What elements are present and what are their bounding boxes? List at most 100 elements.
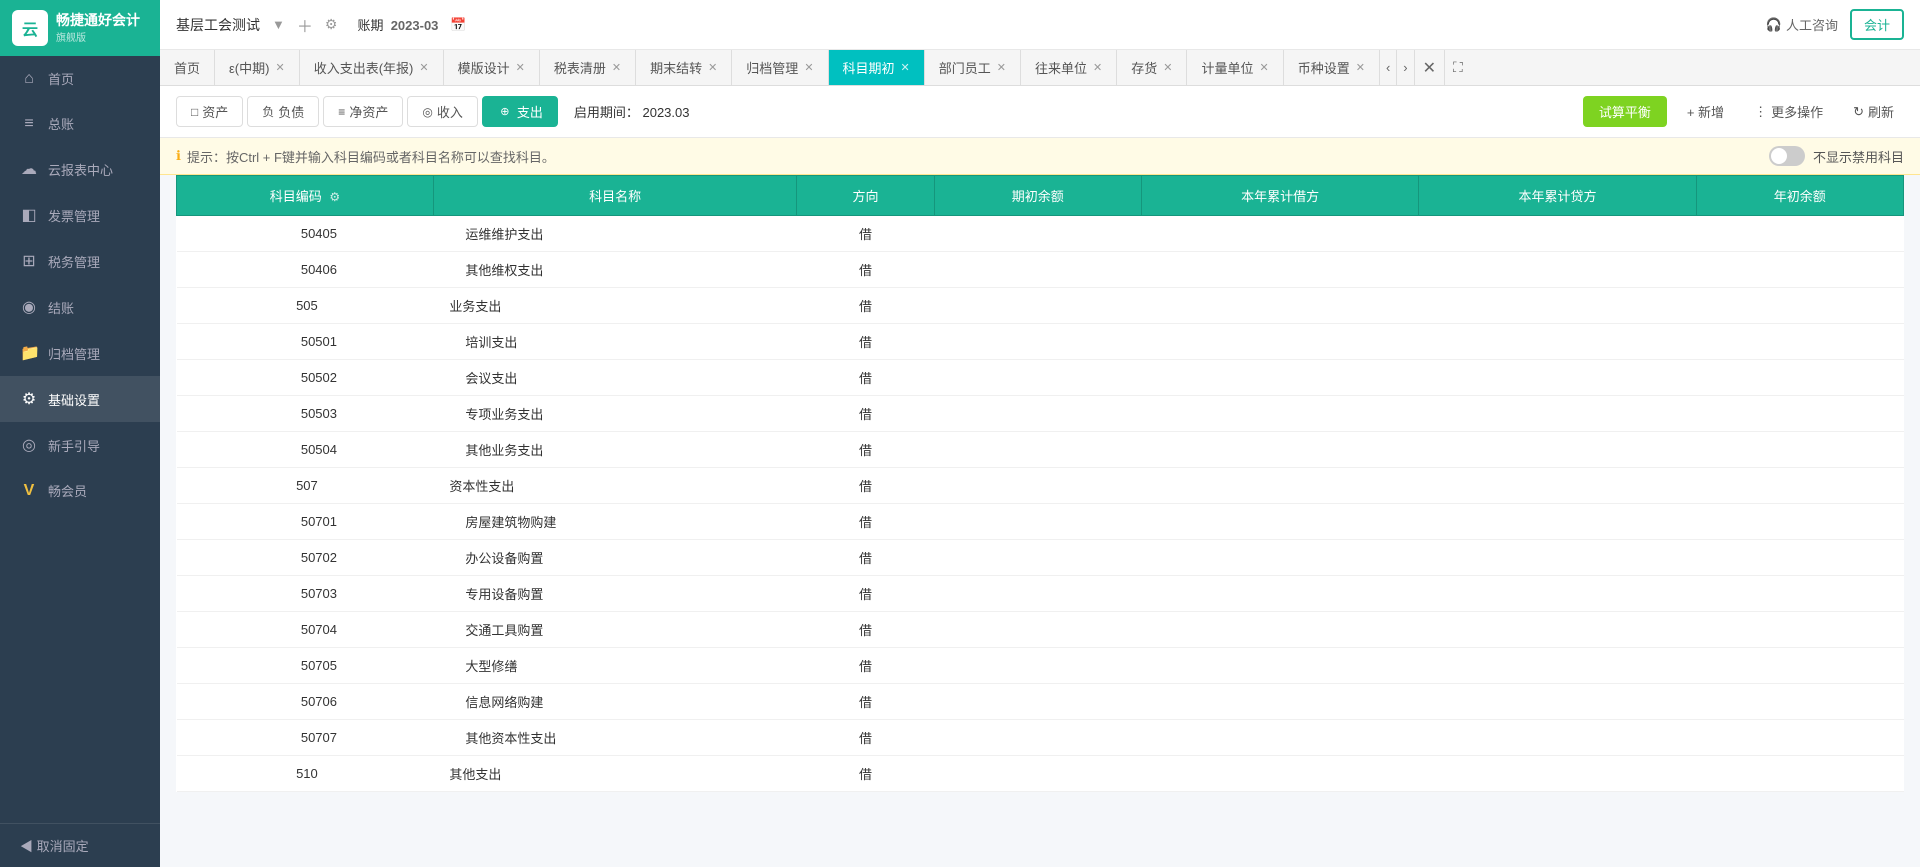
tab-period-end[interactable]: 期末结转 ✕ [636, 50, 732, 86]
sidebar-item-member[interactable]: V 畅会员 [0, 468, 160, 513]
tab-contacts-close[interactable]: ✕ [1093, 61, 1102, 74]
cell-code: 50706 [177, 684, 434, 720]
table-row[interactable]: 50504其他业务支出借 [177, 432, 1904, 468]
sidebar-item-tax[interactable]: ⊞ 税务管理 [0, 238, 160, 284]
sidebar-item-close-account[interactable]: ◉ 结账 [0, 284, 160, 330]
cell-ytd-debit [1141, 468, 1418, 504]
tabs-close-all-btn[interactable]: ✕ [1415, 50, 1444, 86]
filter-tab-income[interactable]: ◎ 收入 [407, 96, 478, 127]
filter-tab-net-asset[interactable]: ≡ 净资产 [323, 96, 403, 127]
table-row[interactable]: 50706信息网络购建借 [177, 684, 1904, 720]
cell-name: 会议支出 [433, 360, 796, 396]
add-btn[interactable]: + 新增 [1677, 97, 1734, 126]
tab-template[interactable]: 模版设计 ✕ [444, 50, 540, 86]
tab-annual-close[interactable]: ✕ [419, 61, 428, 74]
filter-tab-asset[interactable]: □ 资产 [176, 96, 243, 127]
tab-mid-period-close[interactable]: ✕ [275, 61, 284, 74]
cell-direction: 借 [797, 432, 934, 468]
balance-btn[interactable]: 试算平衡 [1583, 96, 1667, 127]
table-row[interactable]: 50501培训支出借 [177, 324, 1904, 360]
sidebar-item-home[interactable]: ⌂ 首页 [0, 56, 160, 101]
tab-currency-close[interactable]: ✕ [1356, 61, 1365, 74]
table-row[interactable]: 510其他支出借 [177, 756, 1904, 792]
account-btn[interactable]: 会计 [1850, 9, 1904, 40]
company-name: 基层工会测试 [176, 15, 260, 35]
col-settings-icon[interactable]: ⚙ [329, 190, 340, 204]
tabs-expand-btn[interactable]: ⛶ [1444, 50, 1471, 86]
tab-inventory-close[interactable]: ✕ [1163, 61, 1172, 74]
member-icon: V [20, 482, 38, 500]
cell-ytd-credit [1419, 504, 1696, 540]
table-row[interactable]: 50702办公设备购置借 [177, 540, 1904, 576]
tabs-prev-btn[interactable]: ‹ [1380, 50, 1397, 86]
add-tab-btn[interactable]: ＋ [297, 13, 313, 37]
table-row[interactable]: 50707其他资本性支出借 [177, 720, 1904, 756]
tab-inventory-label: 存货 [1131, 58, 1157, 77]
tab-inventory[interactable]: 存货 ✕ [1117, 50, 1187, 86]
cell-year-opening [1696, 756, 1903, 792]
tab-annual-report-label: 收入支出表(年报) [314, 58, 414, 77]
refresh-btn[interactable]: ↻ 刷新 [1843, 97, 1904, 126]
tab-currency[interactable]: 币种设置 ✕ [1284, 50, 1380, 86]
cell-name: 资本性支出 [433, 468, 796, 504]
tab-annual-report[interactable]: 收入支出表(年报) ✕ [300, 50, 444, 86]
tab-account-init-close[interactable]: ✕ [901, 61, 910, 74]
tab-unit[interactable]: 计量单位 ✕ [1187, 50, 1283, 86]
table-row[interactable]: 50406其他维权支出借 [177, 252, 1904, 288]
settings-icon: ⚙ [20, 389, 38, 409]
table-row[interactable]: 50703专用设备购置借 [177, 576, 1904, 612]
table-row[interactable]: 50704交通工具购置借 [177, 612, 1904, 648]
table-row[interactable]: 50405运维维护支出借 [177, 216, 1904, 252]
tabs-next-btn[interactable]: › [1397, 50, 1414, 86]
main-area: 基层工会测试 ▼ ＋ ⚙ 账期 2023-03 📅 🎧 人工咨询 会计 首页 ε… [160, 0, 1920, 867]
tab-archive[interactable]: 归档管理 ✕ [732, 50, 828, 86]
filter-tab-expenditure[interactable]: ⊕ 支出 [482, 96, 558, 127]
table-row[interactable]: 50503专项业务支出借 [177, 396, 1904, 432]
tab-dept-close[interactable]: ✕ [997, 61, 1006, 74]
topbar-settings-icon[interactable]: ⚙ [325, 16, 338, 33]
more-icon: ⋮ [1754, 104, 1767, 120]
cell-ytd-credit [1419, 648, 1696, 684]
tab-mid-period[interactable]: ε(中期) ✕ [215, 50, 300, 86]
table-row[interactable]: 50502会议支出借 [177, 360, 1904, 396]
table-row[interactable]: 50705大型修缮借 [177, 648, 1904, 684]
tab-tax-table[interactable]: 税表清册 ✕ [540, 50, 636, 86]
cell-code: 50406 [177, 252, 434, 288]
sidebar-item-archive[interactable]: 📁 归档管理 [0, 330, 160, 376]
cell-ytd-debit [1141, 720, 1418, 756]
sidebar-collapse-btn[interactable]: ◀ 取消固定 [0, 823, 160, 867]
filter-actions: 试算平衡 + 新增 ⋮ 更多操作 ↻ 刷新 [1583, 96, 1904, 127]
tab-contacts[interactable]: 往来单位 ✕ [1021, 50, 1117, 86]
tab-dept-staff[interactable]: 部门员工 ✕ [925, 50, 1021, 86]
table-row[interactable]: 50701房屋建筑物购建借 [177, 504, 1904, 540]
cell-ytd-debit [1141, 648, 1418, 684]
tab-dept-staff-label: 部门员工 [939, 58, 991, 77]
tab-account-init[interactable]: 科目期初 ✕ [829, 50, 925, 86]
sidebar-item-guide[interactable]: ◎ 新手引导 [0, 422, 160, 468]
cell-ytd-credit [1419, 396, 1696, 432]
calendar-icon[interactable]: 📅 [450, 17, 466, 33]
tip-text: 提示：按Ctrl + F键并输入科目编码或者科目名称可以查找科目。 [187, 147, 555, 166]
tab-period-end-close[interactable]: ✕ [708, 61, 717, 74]
tab-template-close[interactable]: ✕ [516, 61, 525, 74]
help-btn[interactable]: 🎧 人工咨询 [1766, 15, 1838, 34]
tab-unit-close[interactable]: ✕ [1259, 61, 1268, 74]
sidebar-item-settings[interactable]: ⚙ 基础设置 [0, 376, 160, 422]
tab-tax-close[interactable]: ✕ [612, 61, 621, 74]
disable-toggle[interactable] [1769, 146, 1805, 166]
filter-tab-liability[interactable]: 负 负债 [247, 96, 319, 127]
cell-ytd-credit [1419, 612, 1696, 648]
topbar-right: 🎧 人工咨询 会计 [1766, 9, 1904, 40]
company-dropdown-icon[interactable]: ▼ [272, 17, 285, 32]
sidebar-item-invoice[interactable]: ◧ 发票管理 [0, 192, 160, 238]
tab-home[interactable]: 首页 [160, 50, 215, 86]
sidebar-item-cloud-report[interactable]: ☁ 云报表中心 [0, 146, 160, 192]
table-row[interactable]: 505业务支出借 [177, 288, 1904, 324]
sidebar-item-ledger-label: 总账 [48, 114, 74, 133]
table-row[interactable]: 507资本性支出借 [177, 468, 1904, 504]
filter-tab-net-asset-label: 净资产 [349, 102, 388, 121]
more-btn[interactable]: ⋮ 更多操作 [1744, 97, 1833, 126]
sidebar-item-ledger[interactable]: ≡ 总账 [0, 101, 160, 146]
tab-archive-close[interactable]: ✕ [804, 61, 813, 74]
tip-bar: ℹ 提示：按Ctrl + F键并输入科目编码或者科目名称可以查找科目。 不显示禁… [160, 138, 1920, 175]
